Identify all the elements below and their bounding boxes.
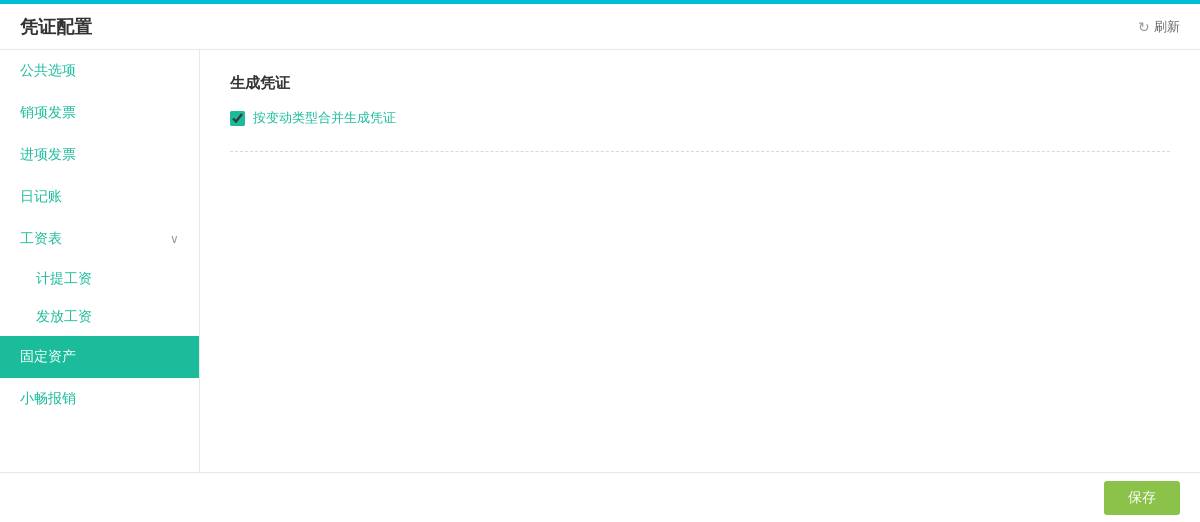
page-header: 凭证配置 ↻ 刷新 — [0, 4, 1200, 50]
save-button[interactable]: 保存 — [1104, 481, 1180, 515]
sidebar-item-label: 发放工资 — [36, 308, 92, 326]
sidebar-item-label: 日记账 — [20, 188, 62, 206]
checkbox-label[interactable]: 按变动类型合并生成凭证 — [253, 109, 396, 127]
section-divider — [230, 151, 1170, 152]
content-area: 生成凭证 按变动类型合并生成凭证 — [200, 50, 1200, 472]
sidebar-item-sales-invoice[interactable]: 销项发票 — [0, 92, 199, 134]
main-content: 公共选项 销项发票 进项发票 日记账 工资表 ∨ 计提工资 发放工资 固定资产 … — [0, 50, 1200, 472]
sidebar-item-label: 小畅报销 — [20, 390, 76, 408]
refresh-icon: ↻ — [1138, 19, 1150, 35]
sidebar-item-label: 公共选项 — [20, 62, 76, 80]
sidebar-item-label: 计提工资 — [36, 270, 92, 288]
checkbox-row: 按变动类型合并生成凭证 — [230, 109, 1170, 127]
merge-by-type-checkbox[interactable] — [230, 111, 245, 126]
sidebar-item-expense-report[interactable]: 小畅报销 — [0, 378, 199, 420]
sidebar-item-fixed-assets[interactable]: 固定资产 — [0, 336, 199, 378]
sidebar-item-label: 固定资产 — [20, 348, 76, 366]
page-title: 凭证配置 — [20, 15, 92, 39]
page-footer: 保存 — [0, 472, 1200, 522]
sidebar: 公共选项 销项发票 进项发票 日记账 工资表 ∨ 计提工资 发放工资 固定资产 … — [0, 50, 200, 472]
sidebar-item-payroll-accrual[interactable]: 计提工资 — [0, 260, 199, 298]
sidebar-item-purchase-invoice[interactable]: 进项发票 — [0, 134, 199, 176]
sidebar-item-public-options[interactable]: 公共选项 — [0, 50, 199, 92]
sidebar-item-payroll-table[interactable]: 工资表 ∨ — [0, 218, 199, 260]
sidebar-item-journal[interactable]: 日记账 — [0, 176, 199, 218]
refresh-label: 刷新 — [1154, 18, 1180, 36]
sidebar-item-label: 工资表 — [20, 230, 62, 248]
sidebar-item-label: 进项发票 — [20, 146, 76, 164]
sidebar-item-payroll-payment[interactable]: 发放工资 — [0, 298, 199, 336]
sidebar-item-label: 销项发票 — [20, 104, 76, 122]
section-title: 生成凭证 — [230, 74, 1170, 93]
chevron-down-icon: ∨ — [170, 232, 179, 246]
refresh-button[interactable]: ↻ 刷新 — [1138, 18, 1180, 36]
